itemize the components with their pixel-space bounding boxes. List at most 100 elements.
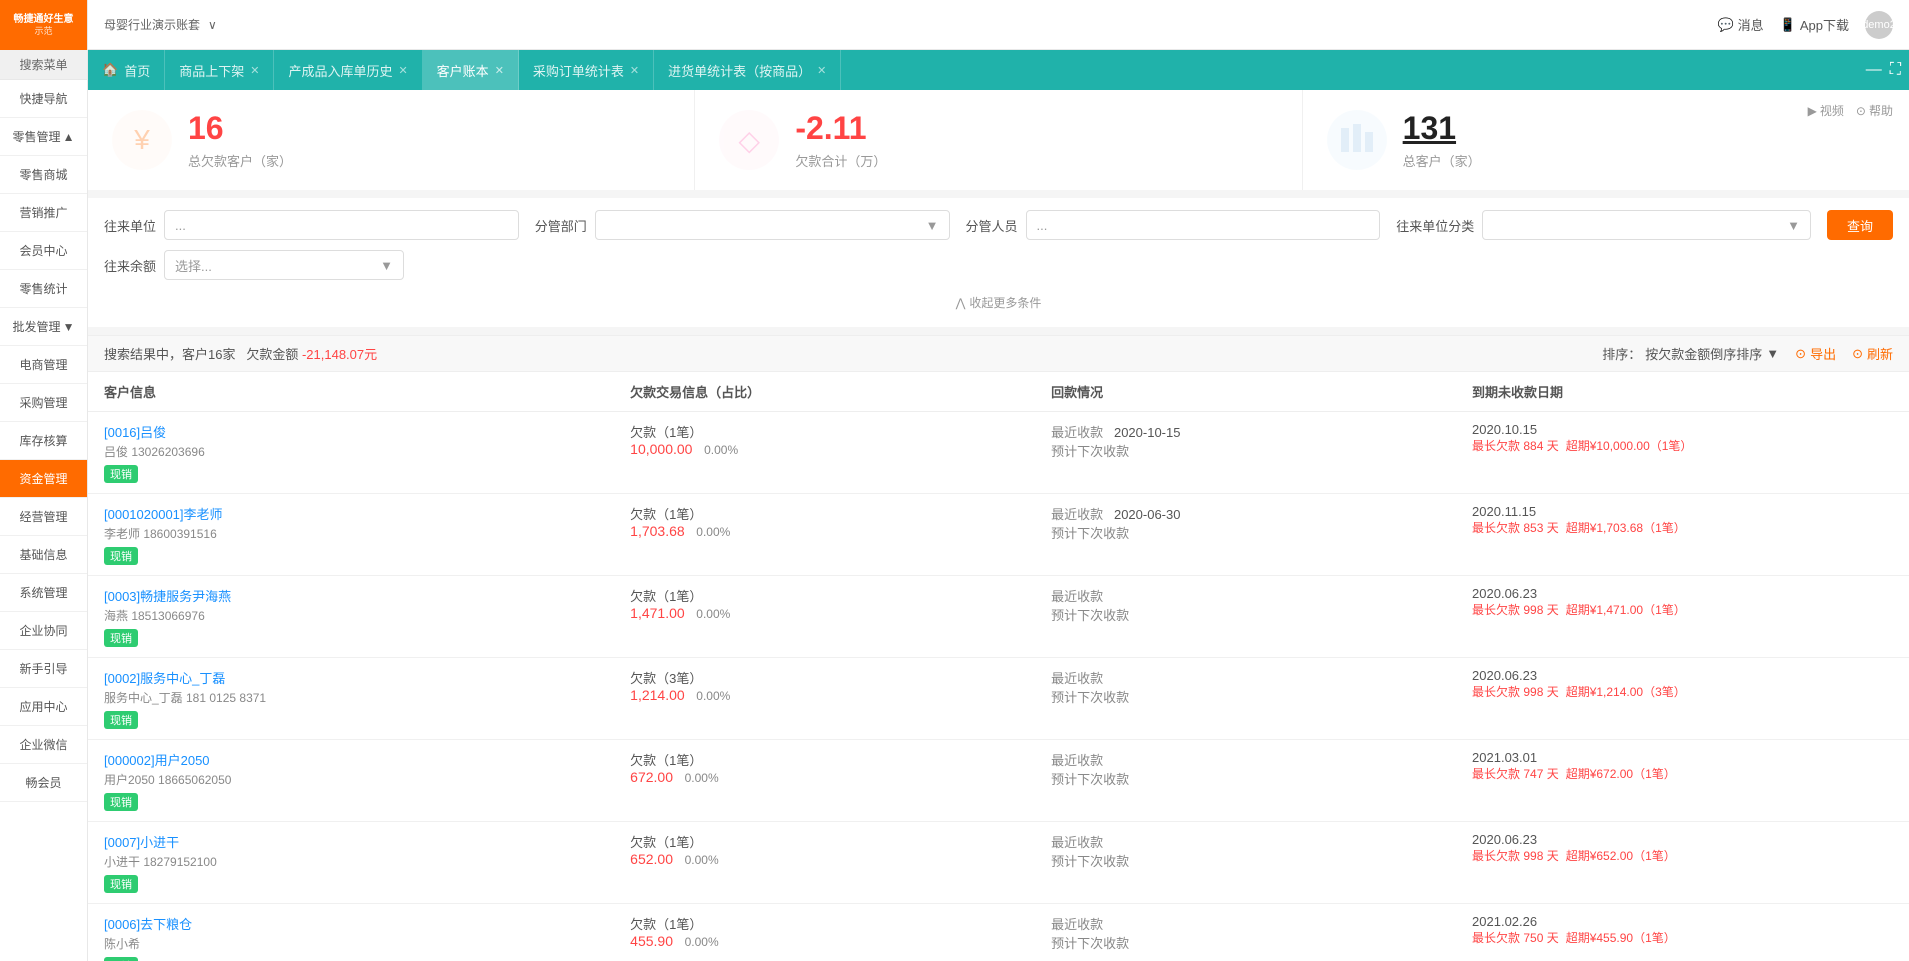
- tab-production-label: 产成品入库单历史: [288, 61, 392, 80]
- debt-amount-5[interactable]: 652.00: [630, 851, 673, 867]
- avatar[interactable]: demo2: [1865, 11, 1893, 39]
- person-label: 分管人员: [966, 216, 1018, 235]
- help-btn[interactable]: ⊙ 帮助: [1856, 102, 1893, 119]
- sidebar-item-retail-mgmt[interactable]: 零售管理 ▲: [0, 118, 87, 156]
- overdue-days-2: 最长欠款 998 天: [1472, 603, 1562, 617]
- overdue-amount-6[interactable]: 超期¥455.90（1笔）: [1566, 931, 1676, 945]
- sidebar-item-basic-info[interactable]: 基础信息: [0, 536, 87, 574]
- debt-percent-1: 0.00%: [696, 525, 730, 539]
- tab-purchase-stats-close[interactable]: ✕: [817, 64, 826, 77]
- customer-info-1: [0001020001]李老师 李老师 18600391516 现销: [104, 504, 630, 565]
- category-select[interactable]: ▼: [1482, 210, 1811, 240]
- sort-select[interactable]: 排序： 按欠款金额倒序排序 ▼: [1602, 344, 1779, 363]
- customer-info-2: [0003]畅捷服务尹海燕 海燕 18513066976 现销: [104, 586, 630, 647]
- repay-label-0: 最近收款: [1051, 425, 1103, 440]
- debt-percent-5: 0.00%: [685, 853, 719, 867]
- maximize-icon[interactable]: ⛶: [1890, 61, 1901, 79]
- repay-next-4: 预计下次收款: [1051, 769, 1472, 788]
- overdue-amount-1[interactable]: 超期¥1,703.68（1笔）: [1566, 521, 1686, 535]
- sidebar-item-retail-mall[interactable]: 零售商城: [0, 156, 87, 194]
- tab-products-close[interactable]: ✕: [250, 64, 259, 77]
- sidebar-item-enterprise[interactable]: 企业协同: [0, 612, 87, 650]
- sidebar-item-ecommerce[interactable]: 电商管理: [0, 346, 87, 384]
- person-input[interactable]: ...: [1026, 210, 1381, 240]
- col-customer-info: 客户信息: [104, 382, 630, 401]
- debt-amount-4[interactable]: 672.00: [630, 769, 673, 785]
- debt-label-3: 欠款（3笔）: [630, 668, 1051, 687]
- overdue-amount-4[interactable]: 超期¥672.00（1笔）: [1566, 767, 1676, 781]
- tab-production-close[interactable]: ✕: [398, 64, 407, 77]
- debt-amount-3[interactable]: 1,214.00: [630, 687, 685, 703]
- tab-customer-account-close[interactable]: ✕: [495, 64, 504, 77]
- customer-name-6[interactable]: [0006]去下粮仓: [104, 917, 192, 932]
- export-icon: ⊙: [1795, 346, 1806, 362]
- sidebar-item-finance[interactable]: 资金管理: [0, 460, 87, 498]
- debt-col-4: 欠款（1笔） 672.00 0.00%: [630, 750, 1051, 785]
- balance-label: 往来余额: [104, 256, 156, 275]
- repay-date-0: 2020-10-15: [1107, 425, 1181, 440]
- tab-products[interactable]: 商品上下架 ✕: [165, 50, 274, 90]
- total-customers-icon: [1327, 110, 1387, 170]
- sidebar-item-weixin[interactable]: 企业微信: [0, 726, 87, 764]
- chevron-down-icon: ▼: [63, 320, 75, 334]
- debt-amount-2[interactable]: 1,471.00: [630, 605, 685, 621]
- tab-production[interactable]: 产成品入库单历史 ✕: [274, 50, 422, 90]
- message-btn[interactable]: 💬 消息: [1717, 15, 1763, 34]
- supplier-input[interactable]: ...: [164, 210, 519, 240]
- repay-col-1: 最近收款 2020-06-30 预计下次收款: [1051, 504, 1472, 542]
- sidebar-item-operations[interactable]: 经营管理: [0, 498, 87, 536]
- sidebar-search-menu[interactable]: 搜索菜单: [0, 50, 87, 80]
- search-button[interactable]: 查询: [1827, 210, 1893, 240]
- sidebar-item-retail-stats[interactable]: 零售统计: [0, 270, 87, 308]
- sidebar-item-quick-nav[interactable]: 快捷导航: [0, 80, 87, 118]
- sidebar-item-wholesale[interactable]: 批发管理 ▼: [0, 308, 87, 346]
- table-row: [0006]去下粮仓 陈小希 现销 欠款（1笔） 455.90 0.00% 最近…: [88, 904, 1909, 961]
- overdue-amount-3[interactable]: 超期¥1,214.00（3笔）: [1566, 685, 1686, 699]
- due-col-0: 2020.10.15 最长欠款 884 天 超期¥10,000.00（1笔）: [1472, 422, 1893, 454]
- collapse-btn[interactable]: ⋀ 收起更多条件: [956, 294, 1042, 311]
- refresh-btn[interactable]: ⊙ 刷新: [1852, 344, 1893, 363]
- tab-home[interactable]: 🏠 首页: [88, 50, 165, 90]
- customer-name-3[interactable]: [0002]服务中心_丁磊: [104, 671, 225, 686]
- overdue-amount-0[interactable]: 超期¥10,000.00（1笔）: [1566, 439, 1693, 453]
- export-btn[interactable]: ⊙ 导出: [1795, 344, 1836, 363]
- debt-amount-1[interactable]: 1,703.68: [630, 523, 685, 539]
- dept-select[interactable]: ▼: [595, 210, 950, 240]
- tab-purchase-order-close[interactable]: ✕: [630, 64, 639, 77]
- person-dots: ...: [1037, 218, 1048, 233]
- customer-name-0[interactable]: [0016]吕俊: [104, 425, 166, 440]
- debt-amount-0[interactable]: 10,000.00: [630, 441, 692, 457]
- tab-customer-account[interactable]: 客户账本 ✕: [423, 50, 519, 90]
- overdue-info-2: 最长欠款 998 天 超期¥1,471.00（1笔）: [1472, 601, 1893, 618]
- overdue-amount-2[interactable]: 超期¥1,471.00（1笔）: [1566, 603, 1686, 617]
- logo-text: 畅捷通好生意: [14, 13, 74, 26]
- customer-name-1[interactable]: [0001020001]李老师: [104, 507, 223, 522]
- customer-name-5[interactable]: [0007]小进干: [104, 835, 179, 850]
- balance-select[interactable]: 选择... ▼: [164, 250, 404, 280]
- app-logo: 畅捷通好生意 示范: [0, 0, 87, 50]
- tab-purchase-order[interactable]: 采购订单统计表 ✕: [519, 50, 654, 90]
- sidebar-item-label: 批发管理: [13, 318, 61, 335]
- sidebar-item-apps[interactable]: 应用中心: [0, 688, 87, 726]
- customer-name-2[interactable]: [0003]畅捷服务尹海燕: [104, 589, 231, 604]
- table-row: [0016]吕俊 吕俊 13026203696 现销 欠款（1笔） 10,000…: [88, 412, 1909, 494]
- col-repay-status: 回款情况: [1051, 382, 1472, 401]
- sidebar-item-marketing[interactable]: 营销推广: [0, 194, 87, 232]
- sidebar-item-member2[interactable]: 畅会员: [0, 764, 87, 802]
- video-btn[interactable]: ▶ 视频: [1808, 102, 1844, 119]
- sidebar-item-purchase[interactable]: 采购管理: [0, 384, 87, 422]
- total-customers-value[interactable]: 131: [1403, 110, 1481, 147]
- balance-placeholder: 选择...: [175, 256, 212, 275]
- app-download-btn[interactable]: 📱 App下载: [1780, 15, 1849, 34]
- sidebar-item-system[interactable]: 系统管理: [0, 574, 87, 612]
- overdue-amount-5[interactable]: 超期¥652.00（1笔）: [1566, 849, 1676, 863]
- sidebar-item-member[interactable]: 会员中心: [0, 232, 87, 270]
- chevron-icon: ∨: [208, 18, 217, 32]
- minimize-icon[interactable]: —: [1866, 61, 1882, 79]
- sidebar-item-guide[interactable]: 新手引导: [0, 650, 87, 688]
- customer-name-4[interactable]: [000002]用户2050: [104, 753, 210, 768]
- sidebar-item-inventory[interactable]: 库存核算: [0, 422, 87, 460]
- due-col-6: 2021.02.26 最长欠款 750 天 超期¥455.90（1笔）: [1472, 914, 1893, 946]
- tab-purchase-stats[interactable]: 进货单统计表（按商品） ✕: [654, 50, 841, 90]
- debt-amount-6[interactable]: 455.90: [630, 933, 673, 949]
